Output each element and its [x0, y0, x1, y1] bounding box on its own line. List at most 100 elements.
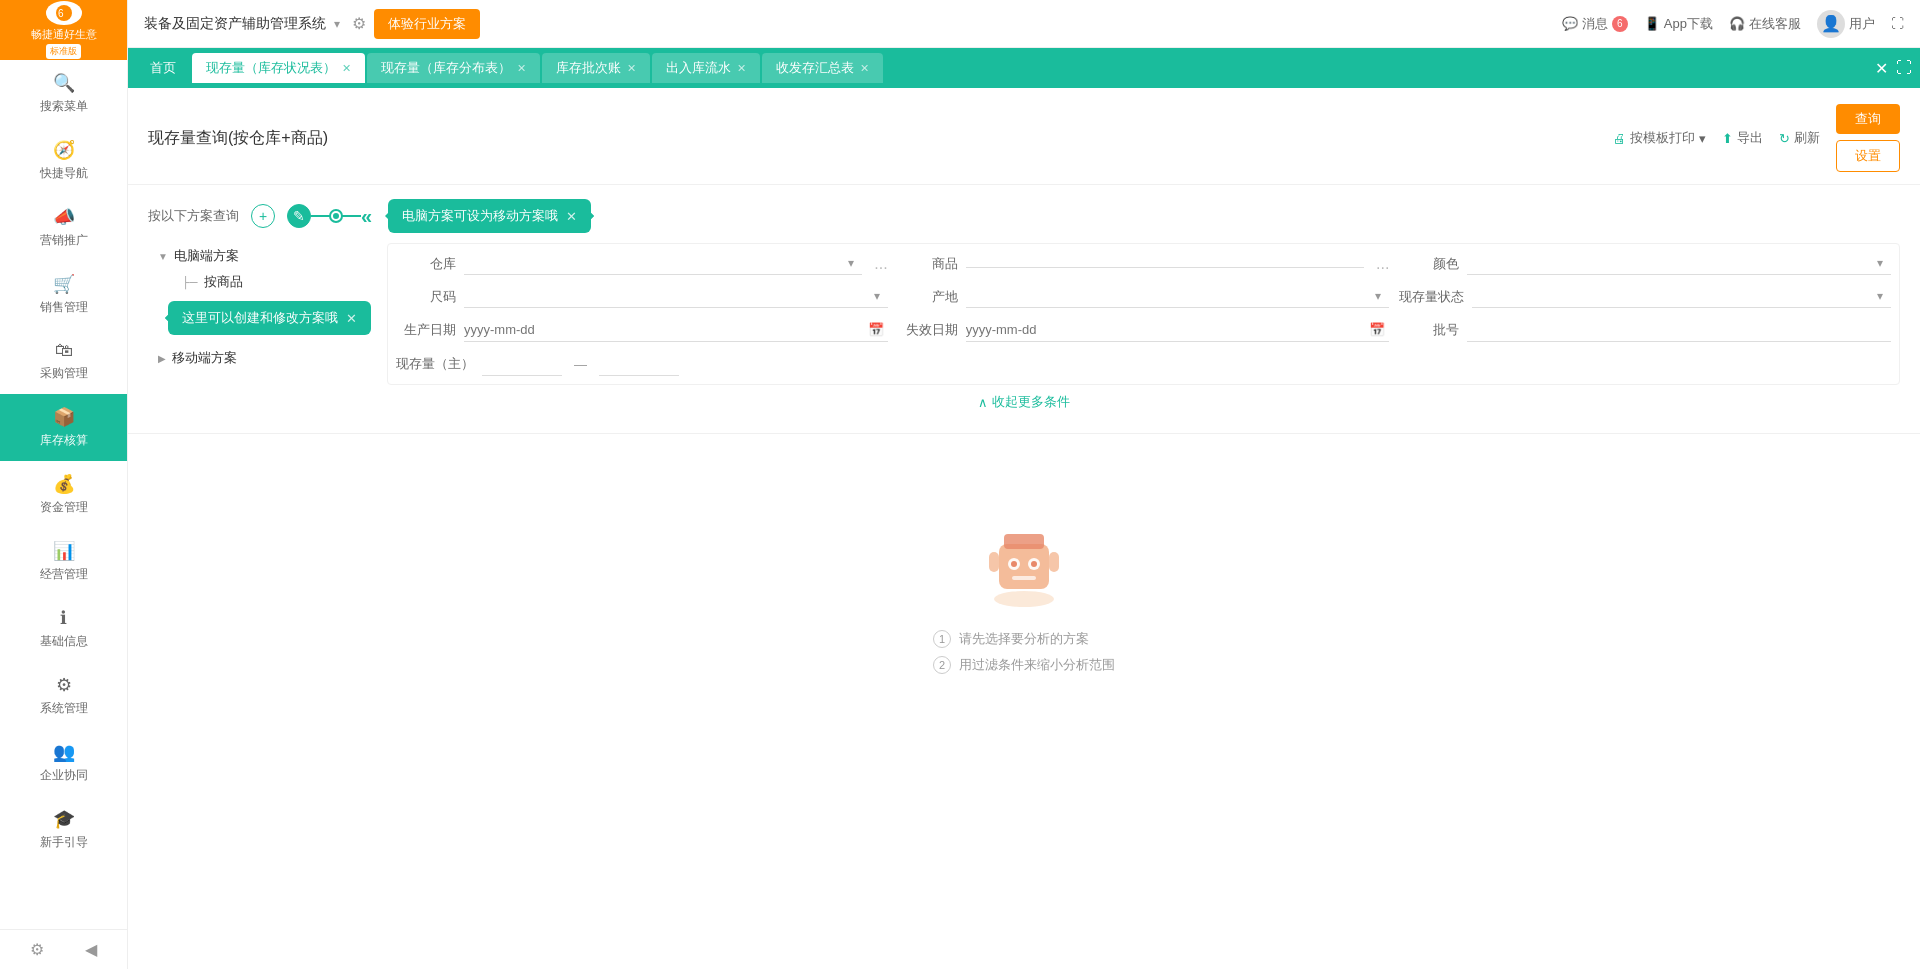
production-date-input[interactable]: 📅 — [464, 318, 888, 342]
scheme-desktop[interactable]: ▼ 电脑端方案 — [158, 243, 371, 269]
dropdown-arrow-icon: ▾ — [334, 17, 340, 31]
size-label: 尺码 — [396, 288, 456, 306]
add-scheme-btn[interactable]: + — [251, 204, 275, 228]
tab-close-icon[interactable]: ✕ — [860, 62, 869, 75]
fullscreen-btn[interactable]: ⛶ — [1891, 16, 1904, 31]
form-production-date: 生产日期 📅 — [396, 318, 888, 342]
batch-input[interactable] — [1467, 318, 1891, 342]
sidebar-item-label: 经营管理 — [40, 566, 88, 583]
goods-dots[interactable]: ... — [1376, 255, 1389, 273]
calendar-icon2[interactable]: 📅 — [1365, 322, 1389, 337]
tab-stock-dist[interactable]: 现存量（库存分布表） ✕ — [367, 53, 540, 83]
refresh-btn[interactable]: ↻ 刷新 — [1779, 129, 1820, 147]
origin-select[interactable]: ▾ — [966, 285, 1390, 308]
scheme-desktop-label: 电脑端方案 — [174, 247, 239, 265]
production-date-field[interactable] — [464, 318, 864, 341]
sidebar-item-management[interactable]: 📊 经营管理 — [0, 528, 127, 595]
industry-btn[interactable]: 体验行业方案 — [374, 9, 480, 39]
gear-icon: ⚙ — [56, 674, 72, 696]
stock-main-from[interactable] — [482, 352, 562, 376]
expiry-date-input[interactable]: 📅 — [966, 318, 1390, 342]
chevron-down-icon5: ▾ — [1877, 289, 1883, 303]
sidebar-item-nav[interactable]: 🧭 快捷导航 — [0, 127, 127, 194]
empty-state: 1 请先选择要分析的方案 2 用过滤条件来缩小分析范围 — [128, 434, 1920, 754]
tab-close-icon[interactable]: ✕ — [517, 62, 526, 75]
system-title: 装备及固定资产辅助管理系统 — [144, 15, 326, 33]
sidebar-item-info[interactable]: ℹ 基础信息 — [0, 595, 127, 662]
warehouse-dots[interactable]: ... — [874, 255, 887, 273]
tab-label: 现存量（库存分布表） — [381, 59, 511, 77]
sidebar-item-system[interactable]: ⚙ 系统管理 — [0, 662, 127, 729]
tab-flow[interactable]: 出入库流水 ✕ — [652, 53, 760, 83]
message-btn[interactable]: 💬 消息 6 — [1562, 15, 1628, 33]
stock-status-select[interactable]: ▾ — [1472, 285, 1891, 308]
collapse-label: 收起更多条件 — [992, 393, 1070, 411]
size-select[interactable]: ▾ — [464, 285, 888, 308]
sidebar-item-purchase[interactable]: 🛍 采购管理 — [0, 328, 127, 394]
tab-label: 现存量（库存状况表） — [206, 59, 336, 77]
form-batch: 批号 — [1399, 318, 1891, 342]
search-button[interactable]: 查询 — [1836, 104, 1900, 134]
stock-main-to[interactable] — [599, 352, 679, 376]
user-btn[interactable]: 👤 用户 — [1817, 10, 1875, 38]
footer-collapse-icon[interactable]: ◀ — [85, 940, 97, 959]
app-download-label: App下载 — [1664, 15, 1713, 33]
scheme-desktop-children: ├─ 按商品 — [158, 269, 371, 295]
edit-scheme-icon[interactable]: ✎ — [287, 204, 311, 228]
scheme-mobile[interactable]: ▶ 移动端方案 — [158, 345, 371, 371]
svg-rect-10 — [989, 552, 999, 572]
print-btn[interactable]: 🖨 按模板打印 ▾ — [1613, 129, 1706, 147]
color-select[interactable]: ▾ — [1467, 252, 1891, 275]
tab-expand-btn[interactable]: ⛶ — [1896, 59, 1912, 77]
set-button[interactable]: 设置 — [1836, 140, 1900, 172]
export-btn[interactable]: ⬆ 导出 — [1722, 129, 1763, 147]
sidebar-item-sales[interactable]: 🛒 销售管理 — [0, 261, 127, 328]
form-fields-area: 仓库 ▾ ... 商品 — [387, 243, 1900, 385]
add-icon[interactable]: + — [251, 204, 275, 228]
tab-close-icon[interactable]: ✕ — [627, 62, 636, 75]
tab-home[interactable]: 首页 — [136, 53, 190, 83]
sidebar-item-search[interactable]: 🔍 搜索菜单 — [0, 60, 127, 127]
tab-close-all-btn[interactable]: ✕ — [1875, 59, 1888, 78]
online-service-btn[interactable]: 🎧 在线客服 — [1729, 15, 1801, 33]
online-service-label: 在线客服 — [1749, 15, 1801, 33]
scheme-desktop-child[interactable]: ├─ 按商品 — [182, 269, 371, 295]
warehouse-select[interactable]: ▾ — [464, 252, 862, 275]
tooltip-close-2[interactable]: ✕ — [346, 311, 357, 326]
svg-rect-9 — [1012, 576, 1036, 580]
chevron-down-icon4: ▾ — [1375, 289, 1381, 303]
tooltip-close-1[interactable]: ✕ — [566, 209, 577, 224]
compass-icon: 🧭 — [53, 139, 75, 161]
content-header: 现存量查询(按仓库+商品) 🖨 按模板打印 ▾ ⬆ 导出 ↻ 刷新 — [128, 88, 1920, 185]
settings-icon[interactable]: ⚙ — [352, 14, 366, 33]
tab-close-icon[interactable]: ✕ — [737, 62, 746, 75]
sidebar-item-finance[interactable]: 💰 资金管理 — [0, 461, 127, 528]
box-icon: 📦 — [53, 406, 75, 428]
page-title: 现存量查询(按仓库+商品) — [148, 128, 328, 149]
export-icon: ⬆ — [1722, 131, 1733, 146]
calendar-icon[interactable]: 📅 — [864, 322, 888, 337]
step-num-2: 2 — [933, 656, 951, 674]
app-download-btn[interactable]: 📱 App下载 — [1644, 15, 1713, 33]
origin-label: 产地 — [898, 288, 958, 306]
expiry-date-field[interactable] — [966, 318, 1366, 341]
tab-batch[interactable]: 库存批次账 ✕ — [542, 53, 650, 83]
sidebar-item-stock[interactable]: 📦 库存核算 — [0, 394, 127, 461]
sidebar-item-label: 销售管理 — [40, 299, 88, 316]
tab-stock-status[interactable]: 现存量（库存状况表） ✕ — [192, 53, 365, 83]
goods-label: 商品 — [898, 255, 958, 273]
dollar-icon: 💰 — [53, 473, 75, 495]
collapse-row[interactable]: ∧ 收起更多条件 — [148, 385, 1900, 419]
chevron-down-icon3: ▾ — [874, 289, 880, 303]
tab-label: 收发存汇总表 — [776, 59, 854, 77]
goods-select[interactable] — [966, 259, 1364, 268]
footer-settings-icon[interactable]: ⚙ — [30, 940, 44, 959]
tab-summary[interactable]: 收发存汇总表 ✕ — [762, 53, 883, 83]
expiry-date-label: 失效日期 — [898, 321, 958, 339]
sidebar-item-collab[interactable]: 👥 企业协同 — [0, 729, 127, 796]
tab-close-icon[interactable]: ✕ — [342, 62, 351, 75]
tree-expand-icon: ▼ — [158, 251, 168, 262]
sidebar-item-guide[interactable]: 🎓 新手引导 — [0, 796, 127, 863]
sidebar-item-marketing[interactable]: 📣 营销推广 — [0, 194, 127, 261]
bag-icon: 🛍 — [55, 340, 73, 361]
